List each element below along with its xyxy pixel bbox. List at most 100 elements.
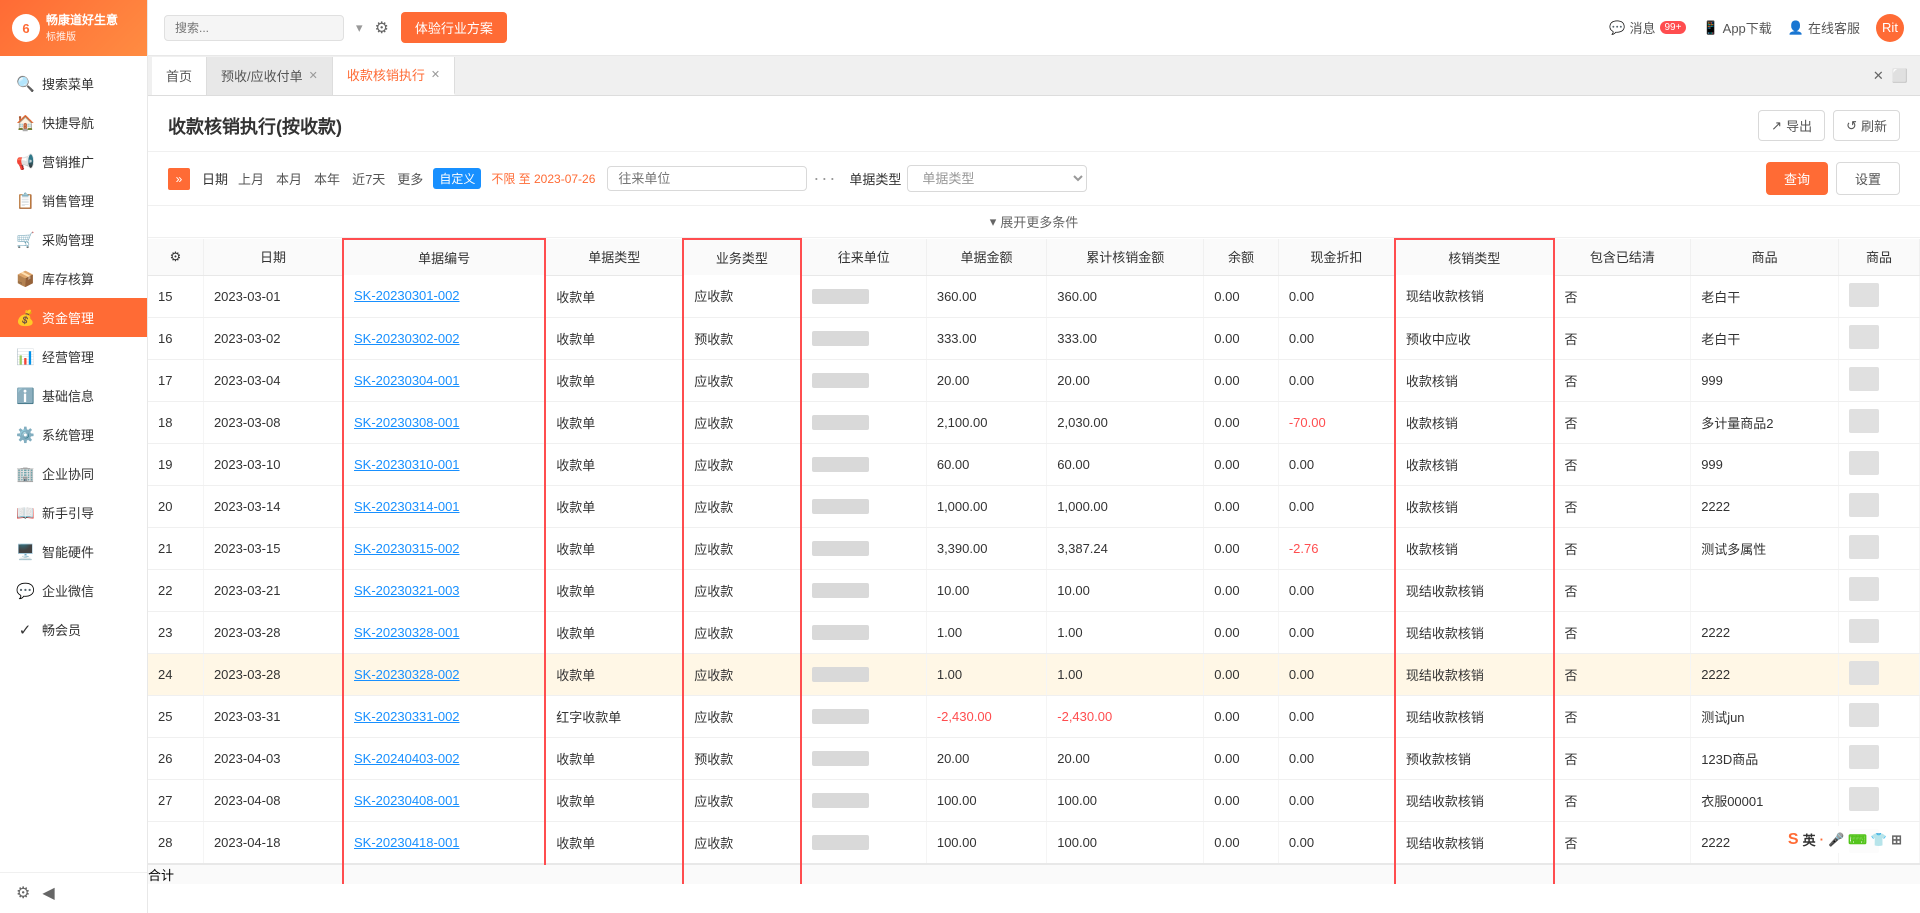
topbar-gear-icon[interactable]: ⚙ (375, 18, 389, 38)
user-avatar[interactable]: Rit (1876, 14, 1904, 42)
cell-idx: 19 (148, 443, 203, 485)
sidebar-item-sales[interactable]: 📋 销售管理 (0, 181, 147, 220)
tabbar-maximize-icon[interactable]: ⬜ (1892, 68, 1908, 84)
cell-doc-type: 收款单 (545, 275, 683, 317)
cell-partner (801, 779, 927, 821)
cell-idx: 16 (148, 317, 203, 359)
sidebar-item-hardware[interactable]: 🖥️ 智能硬件 (0, 532, 147, 571)
cell-date: 2023-03-14 (203, 485, 343, 527)
sidebar-item-inventory[interactable]: 📦 库存核算 (0, 259, 147, 298)
tab-receipt[interactable]: 预收/应收付单 ✕ (207, 57, 333, 95)
sidebar-item-system[interactable]: ⚙️ 系统管理 (0, 415, 147, 454)
more-date-button[interactable]: 更多 (393, 167, 427, 190)
sidebar-item-search[interactable]: 🔍 搜索菜单 (0, 64, 147, 103)
sidebar-item-member[interactable]: ✓ 畅会员 (0, 610, 147, 649)
basic-icon: ℹ️ (16, 387, 34, 405)
sidebar-item-basic[interactable]: ℹ️ 基础信息 (0, 376, 147, 415)
cell-doc-type: 收款单 (545, 485, 683, 527)
this-month-button[interactable]: 本月 (272, 167, 306, 190)
cell-discount: 0.00 (1278, 485, 1395, 527)
sidebar-item-marketing[interactable]: 📢 营销推广 (0, 142, 147, 181)
filter-receipt-type-group: 单据类型 单据类型 (849, 165, 1087, 192)
topbar-dropdown-icon[interactable]: ▾ (356, 20, 363, 36)
cell-discount: 0.00 (1278, 359, 1395, 401)
export-button[interactable]: ↗ 导出 (1758, 110, 1825, 141)
sidebar-item-guide[interactable]: 📖 新手引导 (0, 493, 147, 532)
sidebar-item-corp[interactable]: 🏢 企业协同 (0, 454, 147, 493)
hardware-icon: 🖥️ (16, 543, 34, 561)
doc-no-link[interactable]: SK-20230301-002 (354, 288, 460, 303)
cell-idx: 18 (148, 401, 203, 443)
cell-partner (801, 653, 927, 695)
doc-no-link[interactable]: SK-20230302-002 (354, 331, 460, 346)
doc-no-link[interactable]: SK-20230408-001 (354, 793, 460, 808)
expand-label: 展开更多条件 (1000, 212, 1078, 231)
col-product: 商品 (1691, 239, 1839, 275)
custom-date-button[interactable]: 自定义 (433, 168, 481, 189)
sidebar-item-wechat[interactable]: 💬 企业微信 (0, 571, 147, 610)
sidebar-settings-icon[interactable]: ⚙ (16, 883, 30, 903)
doc-no-link[interactable]: SK-20230315-002 (354, 541, 460, 556)
doc-no-link[interactable]: SK-20230321-003 (354, 583, 460, 598)
cell-idx: 28 (148, 821, 203, 864)
cell-discount: 0.00 (1278, 821, 1395, 864)
partner-filter-input[interactable] (607, 166, 807, 191)
query-button[interactable]: 查询 (1766, 162, 1828, 195)
sidebar-item-quicknav[interactable]: 🏠 快捷导航 (0, 103, 147, 142)
message-item[interactable]: 💬 消息 99+ (1609, 18, 1686, 37)
cell-settled: 否 (1554, 611, 1691, 653)
doc-no-link[interactable]: SK-20240403-002 (354, 751, 460, 766)
sidebar-item-label-marketing: 营销推广 (42, 152, 94, 171)
col-partner: 往来单位 (801, 239, 927, 275)
cell-write-off: 20.00 (1047, 737, 1204, 779)
refresh-button[interactable]: ↺ 刷新 (1833, 110, 1900, 141)
sidebar-menu: 🔍 搜索菜单🏠 快捷导航📢 营销推广📋 销售管理🛒 采购管理📦 库存核算💰 资金… (0, 56, 147, 872)
cell-balance: 0.00 (1204, 527, 1279, 569)
cell-write-off: 20.00 (1047, 359, 1204, 401)
last-7days-button[interactable]: 近7天 (348, 167, 389, 190)
tab-verification[interactable]: 收款核销执行 ✕ (333, 57, 455, 95)
sidebar-item-label-operation: 经营管理 (42, 347, 94, 366)
this-year-button[interactable]: 本年 (310, 167, 344, 190)
doc-no-link[interactable]: SK-20230308-001 (354, 415, 460, 430)
industry-solution-button[interactable]: 体验行业方案 (401, 12, 507, 43)
doc-no-link[interactable]: SK-20230331-002 (354, 709, 460, 724)
main-content: ▾ ⚙ 体验行业方案 💬 消息 99+ 📱 App下载 👤 在线客服 Rit (148, 0, 1920, 913)
partner-filter-dots[interactable]: ··· (813, 168, 837, 189)
sidebar-item-label-guide: 新手引导 (42, 503, 94, 522)
tab-verification-close[interactable]: ✕ (431, 68, 440, 81)
sidebar-item-label-corp: 企业协同 (42, 464, 94, 483)
doc-no-link[interactable]: SK-20230304-001 (354, 373, 460, 388)
tab-home[interactable]: 首页 (152, 57, 207, 95)
doc-no-link[interactable]: SK-20230328-002 (354, 667, 460, 682)
doc-no-link[interactable]: SK-20230310-001 (354, 457, 460, 472)
doc-no-link[interactable]: SK-20230418-001 (354, 835, 460, 850)
sidebar-item-operation[interactable]: 📊 经营管理 (0, 337, 147, 376)
receipt-type-select[interactable]: 单据类型 (907, 165, 1087, 192)
footer-biz-type (683, 864, 800, 884)
sidebar-item-purchase[interactable]: 🛒 采购管理 (0, 220, 147, 259)
cell-biz-type: 应收款 (683, 443, 800, 485)
filter-settings-button[interactable]: 设置 (1836, 162, 1900, 195)
app-download-item[interactable]: 📱 App下载 (1702, 18, 1771, 37)
footer-write-off-type (1395, 864, 1554, 884)
cell-write-off-type: 收款核销 (1395, 485, 1554, 527)
last-month-button[interactable]: 上月 (234, 167, 268, 190)
cell-amount: 3,390.00 (926, 527, 1046, 569)
cell-partner (801, 401, 927, 443)
cell-doc-type: 收款单 (545, 821, 683, 864)
tabbar-close-icon[interactable]: ✕ (1873, 68, 1884, 84)
sidebar-collapse-icon[interactable]: ◀ (42, 883, 54, 903)
table-row: 22 2023-03-21 SK-20230321-003 收款单 应收款 10… (148, 569, 1920, 611)
online-support-item[interactable]: 👤 在线客服 (1788, 18, 1860, 37)
doc-no-link[interactable]: SK-20230328-001 (354, 625, 460, 640)
sidebar-item-finance[interactable]: 💰 资金管理 (0, 298, 147, 337)
col-settings[interactable]: ⚙ (148, 239, 203, 275)
tab-receipt-close[interactable]: ✕ (309, 69, 318, 82)
cell-settled: 否 (1554, 653, 1691, 695)
doc-no-link[interactable]: SK-20230314-001 (354, 499, 460, 514)
footer-partner (801, 864, 927, 884)
expand-more-button[interactable]: ▾ 展开更多条件 (990, 212, 1079, 231)
filter-expand-button[interactable]: » (168, 168, 190, 190)
topbar-search-input[interactable] (164, 15, 344, 41)
